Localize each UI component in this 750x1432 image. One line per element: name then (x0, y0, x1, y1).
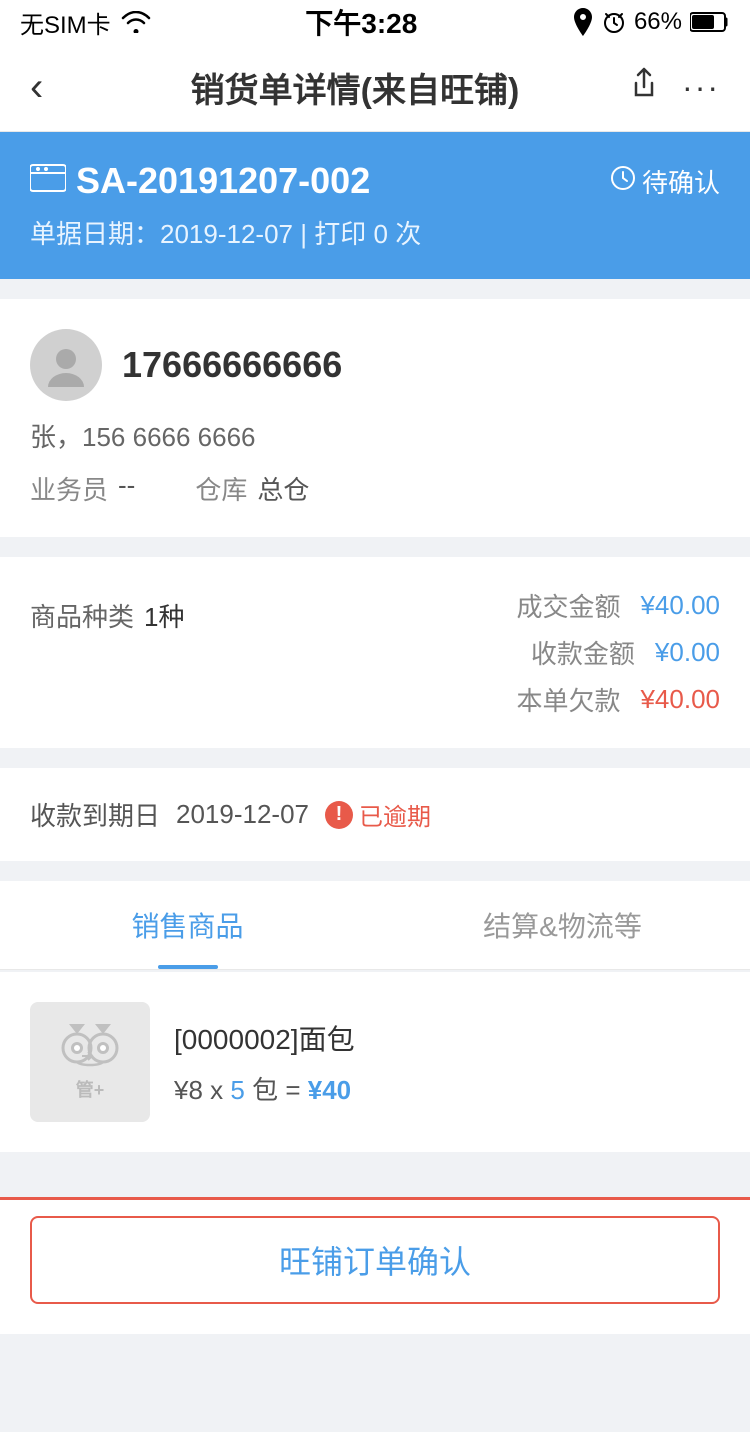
customer-meta: 业务员 -- 仓库 总仓 (30, 470, 720, 507)
status-text: 待确认 (642, 163, 720, 200)
received-value: ¥0.00 (655, 637, 720, 668)
overdue-text: 已逾期 (359, 797, 431, 832)
tab-settlement-label: 结算&物流等 (483, 905, 642, 945)
product-thumbnail: 管+ (30, 1002, 150, 1122)
confirm-order-button[interactable]: 旺铺订单确认 (30, 1216, 720, 1304)
stats-card: 商品种类 1种 成交金额 ¥40.00 收款金额 ¥0.00 本单欠款 ¥40.… (0, 557, 750, 748)
nav-bar: ‹ 销货单详情(来自旺铺) ··· (0, 44, 750, 132)
carrier-text: 无SIM卡 (20, 5, 111, 40)
status-bar-time: 下午3:28 (305, 2, 417, 42)
total-price: ¥40 (308, 1075, 351, 1105)
deal-amount-label: 成交金额 (516, 587, 620, 624)
stats-right: 成交金额 ¥40.00 收款金额 ¥0.00 本单欠款 ¥40.00 (516, 587, 720, 718)
balance-value: ¥40.00 (640, 684, 720, 715)
customer-card: 17666666666 张，156 6666 6666 业务员 -- 仓库 总仓 (0, 299, 750, 537)
balance-row: 本单欠款 ¥40.00 (516, 681, 720, 718)
deal-amount-value: ¥40.00 (640, 590, 720, 621)
product-list: 管+ [0000002]面包 ¥8 x 5 包 = ¥40 (0, 972, 750, 1152)
tab-underline (158, 965, 218, 969)
tab-bar: 销售商品 结算&物流等 (0, 881, 750, 970)
alarm-icon (602, 10, 626, 34)
tab-sales-label: 销售商品 (131, 905, 243, 945)
warehouse-meta: 仓库 总仓 (195, 470, 309, 507)
stats-left: 商品种类 1种 (30, 587, 516, 634)
nav-right-actions: ··· (620, 65, 720, 110)
customer-name: 张，156 6666 6666 (30, 417, 720, 454)
product-code: [0000002] (174, 1024, 299, 1055)
status-bar-right: 66% (572, 8, 730, 36)
wifi-icon (121, 11, 151, 33)
warehouse-value: 总仓 (257, 470, 309, 507)
balance-label: 本单欠款 (516, 681, 620, 718)
product-kinds: 商品种类 1种 (30, 597, 516, 634)
battery-icon (690, 11, 730, 33)
sales-value: -- (118, 470, 135, 507)
equals-symbol: = (285, 1075, 307, 1105)
product-item: 管+ [0000002]面包 ¥8 x 5 包 = ¥40 (0, 972, 750, 1152)
product-name: [0000002]面包 (174, 1018, 720, 1058)
order-header: SA-20191207-002 待确认 单据日期：2019-12-07 | 打印… (0, 132, 750, 279)
more-button[interactable]: ··· (682, 69, 720, 106)
sales-label: 业务员 (30, 470, 108, 507)
brand-label: 管+ (76, 1076, 105, 1102)
overdue-icon: ! (325, 801, 353, 829)
sales-meta: 业务员 -- (30, 470, 135, 507)
customer-top: 17666666666 (30, 329, 720, 401)
due-date-label: 收款到期日 (30, 796, 160, 833)
order-id-icon (30, 160, 66, 202)
unit: 包 (252, 1075, 278, 1105)
status-bar: 无SIM卡 下午3:28 66% (0, 0, 750, 44)
received-label: 收款金额 (531, 634, 635, 671)
customer-phone: 17666666666 (122, 344, 342, 386)
order-id: SA-20191207-002 (30, 160, 370, 202)
product-info: [0000002]面包 ¥8 x 5 包 = ¥40 (174, 1018, 720, 1107)
order-id-text: SA-20191207-002 (76, 160, 370, 202)
order-date-line: 单据日期：2019-12-07 | 打印 0 次 (30, 214, 720, 251)
owl-icon (55, 1022, 125, 1072)
product-price-line: ¥8 x 5 包 = ¥40 (174, 1070, 720, 1107)
product-title: 面包 (299, 1024, 355, 1055)
location-icon (572, 8, 594, 36)
battery-text: 66% (634, 8, 682, 36)
quantity: 5 (230, 1075, 244, 1105)
customer-avatar (30, 329, 102, 401)
tab-settlement[interactable]: 结算&物流等 (375, 881, 750, 969)
share-button[interactable] (626, 65, 662, 110)
order-status: 待确认 (610, 163, 720, 200)
received-row: 收款金额 ¥0.00 (531, 634, 720, 671)
thumbnail-inner: 管+ (55, 1022, 125, 1102)
due-date-value: 2019-12-07 (176, 799, 309, 830)
due-date-card: 收款到期日 2019-12-07 ! 已逾期 (0, 768, 750, 861)
nav-title: 销货单详情(来自旺铺) (90, 63, 620, 112)
status-bar-left: 无SIM卡 (20, 5, 151, 40)
overdue-badge: ! 已逾期 (325, 797, 431, 832)
deal-amount-row: 成交金额 ¥40.00 (516, 587, 720, 624)
back-button[interactable]: ‹ (30, 65, 90, 110)
status-clock-icon (610, 165, 636, 198)
tab-sales-products[interactable]: 销售商品 (0, 881, 375, 969)
product-kinds-label: 商品种类 (30, 597, 134, 634)
unit-price: ¥8 (174, 1075, 203, 1105)
multiply-symbol: x (210, 1075, 230, 1105)
warehouse-label: 仓库 (195, 470, 247, 507)
bottom-button-area: 旺铺订单确认 (0, 1197, 750, 1334)
product-kinds-value: 1种 (144, 597, 184, 634)
